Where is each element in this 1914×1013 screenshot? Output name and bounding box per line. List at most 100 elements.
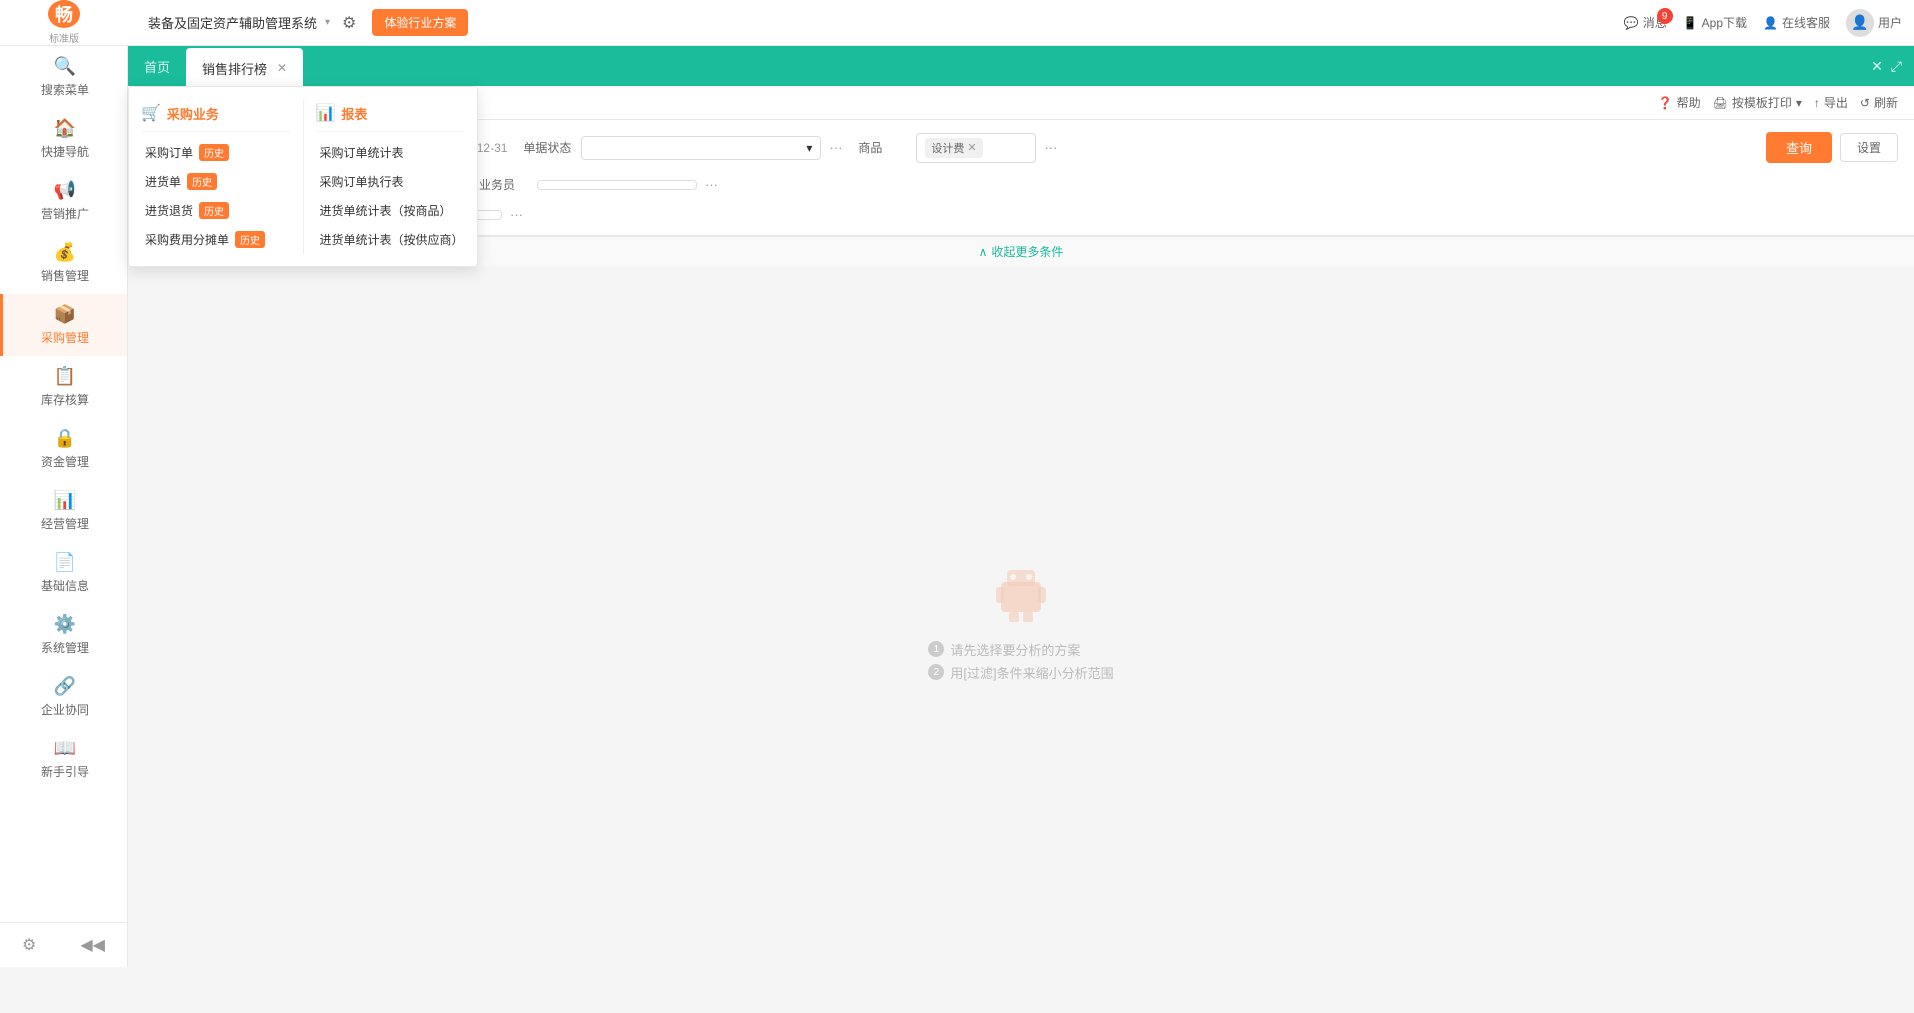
sidebar-item-newbie[interactable]: 📖 新手引导 <box>0 728 127 790</box>
sidebar-item-finance[interactable]: 🔒 资金管理 <box>0 418 127 480</box>
empty-illustration <box>981 552 1061 632</box>
goods-more-icon[interactable]: ··· <box>1044 140 1057 155</box>
print-item[interactable]: 🖨 按模板打印 ▾ <box>1713 94 1802 111</box>
sidebar-label-enterprise: 企业协同 <box>41 701 89 718</box>
online-service-item[interactable]: 👤 在线客服 <box>1763 14 1830 31</box>
dropdown-report-col: 📊 报表 采购订单统计表 采购订单执行表 进货单统计表（按商品） 进货单统计表（… <box>303 99 478 254</box>
help-item[interactable]: ❓ 帮助 <box>1658 94 1701 111</box>
sidebar-label-inventory: 库存核算 <box>41 391 89 408</box>
salesman-input[interactable] <box>537 180 697 190</box>
tab-maximize-icon[interactable]: ⤢ <box>1891 58 1902 75</box>
tab-sales-rank[interactable]: 销售排行榜 ✕ <box>186 48 303 88</box>
sidebar-bottom: ⚙ ◀◀ <box>0 922 127 967</box>
help-icon: ❓ <box>1658 96 1673 110</box>
sidebar-item-marketing[interactable]: 📢 营销推广 <box>0 170 127 232</box>
goods-tag: 设计费 ✕ <box>925 138 982 158</box>
tab-home[interactable]: 首页 <box>128 46 186 86</box>
dropdown-columns: 🛒 采购业务 采购订单 历史 进货单 历史 进货退货 历史 采购费用分摊单 历史 <box>129 99 477 254</box>
report-col-title: 📊 报表 <box>316 99 466 132</box>
finance-icon: 🔒 <box>54 428 76 449</box>
export-label: 导出 <box>1824 94 1848 111</box>
settings-icon[interactable]: ⚙ <box>342 13 356 33</box>
goods-tag-text: 设计费 <box>931 140 964 156</box>
print-arrow-icon[interactable]: ▾ <box>1796 96 1802 110</box>
sidebar-item-basic-info[interactable]: 📄 基础信息 <box>0 542 127 604</box>
collapse-label: 收起更多条件 <box>991 243 1063 260</box>
sidebar-label-finance: 资金管理 <box>41 453 89 470</box>
sidebar-item-operation[interactable]: 📊 经营管理 <box>0 480 127 542</box>
sidebar-label-search: 搜索菜单 <box>41 81 89 98</box>
sidebar-label-newbie: 新手引导 <box>41 763 89 780</box>
customer-more-icon[interactable]: ··· <box>510 207 523 222</box>
refresh-icon: ↺ <box>1860 96 1870 110</box>
dropdown-item-purchase-order-exec[interactable]: 采购订单执行表 <box>316 167 466 196</box>
filter-voucher-item: 单据状态 ▾ ··· <box>523 136 842 160</box>
dropdown-item-goods-receipt[interactable]: 进货单 历史 <box>141 167 291 196</box>
dropdown-item-goods-stat-goods[interactable]: 进货单统计表（按商品） <box>316 196 466 225</box>
sidebar-item-search[interactable]: 🔍 搜索菜单 <box>0 46 127 108</box>
tab-close-all-icon[interactable]: ✕ <box>1871 58 1883 75</box>
dropdown-item-purchase-order[interactable]: 采购订单 历史 <box>141 138 291 167</box>
sidebar: 🔍 搜索菜单 🏠 快捷导航 📢 营销推广 💰 销售管理 📦 采购管理 📋 库存核… <box>0 46 128 967</box>
purchase-col-icon: 🛒 <box>141 103 161 123</box>
goods-receipt-history-badge: 历史 <box>187 173 217 190</box>
basic-info-icon: 📄 <box>54 552 76 573</box>
refresh-item[interactable]: ↺ 刷新 <box>1860 94 1898 111</box>
dropdown-item-goods-return[interactable]: 进货退货 历史 <box>141 196 291 225</box>
dropdown-item-purchase-fee[interactable]: 采购费用分摊单 历史 <box>141 225 291 254</box>
system-title: 装备及固定资产辅助管理系统 <box>148 13 317 32</box>
enterprise-icon: 🔗 <box>54 676 76 697</box>
user-item[interactable]: 👤 用户 <box>1846 9 1902 37</box>
export-item[interactable]: ↑ 导出 <box>1814 94 1848 111</box>
set-button[interactable]: 设置 <box>1840 133 1898 162</box>
sidebar-item-enterprise[interactable]: 🔗 企业协同 <box>0 666 127 728</box>
purchase-order-history-badge: 历史 <box>199 144 229 161</box>
industry-btn[interactable]: 体验行业方案 <box>372 9 468 36</box>
purchase-icon: 📦 <box>54 304 76 325</box>
query-button[interactable]: 查询 <box>1766 132 1832 163</box>
tab-sales-rank-close-icon[interactable]: ✕ <box>277 61 287 75</box>
filter-salesman-item: 业务员 ··· <box>479 176 718 193</box>
empty-line1-text: 请先选择要分析的方案 <box>950 640 1080 659</box>
salesman-more-icon[interactable]: ··· <box>705 177 718 192</box>
sidebar-label-sales: 销售管理 <box>41 267 89 284</box>
dropdown-menu: 🛒 采购业务 采购订单 历史 进货单 历史 进货退货 历史 采购费用分摊单 历史 <box>128 86 478 267</box>
empty-state: 1 请先选择要分析的方案 2 用[过滤]条件来缩小分析范围 <box>128 266 1914 967</box>
voucher-status-more-icon[interactable]: ··· <box>829 140 842 155</box>
system-title-arrow-icon[interactable]: ▾ <box>325 17 330 28</box>
voucher-status-select[interactable]: ▾ <box>581 136 821 160</box>
sidebar-item-quick-nav[interactable]: 🏠 快捷导航 <box>0 108 127 170</box>
sidebar-settings-icon[interactable]: ⚙ <box>22 935 36 955</box>
goods-input[interactable]: 设计费 ✕ <box>916 133 1036 163</box>
app-download-item[interactable]: 📱 App下载 <box>1683 14 1747 31</box>
system-icon: ⚙️ <box>54 614 76 635</box>
logo-subtitle: 标准版 <box>49 30 79 45</box>
top-bar: 装备及固定资产辅助管理系统 ▾ ⚙ 体验行业方案 💬 消息 9 📱 App下载 … <box>128 0 1914 46</box>
action-buttons: 查询 设置 <box>1766 132 1898 163</box>
inventory-icon: 📋 <box>54 366 76 387</box>
message-icon-item[interactable]: 💬 消息 9 <box>1624 14 1667 31</box>
dropdown-item-purchase-order-stat[interactable]: 采购订单统计表 <box>316 138 466 167</box>
print-label: 按模板打印 <box>1732 94 1792 111</box>
empty-line2-text: 用[过滤]条件来缩小分析范围 <box>950 663 1113 682</box>
sidebar-collapse-icon[interactable]: ◀◀ <box>80 935 105 955</box>
user-label: 用户 <box>1878 14 1902 31</box>
goods-stat-supplier-label: 进货单统计表（按供应商） <box>320 231 462 248</box>
sidebar-item-sales[interactable]: 💰 销售管理 <box>0 232 127 294</box>
home-icon: 🏠 <box>54 118 76 139</box>
report-col-title-text: 报表 <box>341 104 367 123</box>
avatar-icon: 👤 <box>1851 14 1868 31</box>
sales-icon: 💰 <box>54 242 76 263</box>
filter-goods-item: 商品 设计费 ✕ ··· <box>858 133 1058 163</box>
empty-step2-icon: 2 <box>928 664 944 680</box>
goods-tag-close-icon[interactable]: ✕ <box>967 141 976 154</box>
sidebar-item-inventory[interactable]: 📋 库存核算 <box>0 356 127 418</box>
search-icon: 🔍 <box>54 56 76 77</box>
message-badge: 9 <box>1657 8 1673 24</box>
dropdown-item-goods-stat-supplier[interactable]: 进货单统计表（按供应商） <box>316 225 466 254</box>
sidebar-item-system[interactable]: ⚙️ 系统管理 <box>0 604 127 666</box>
newbie-icon: 📖 <box>54 738 76 759</box>
purchase-col-title-text: 采购业务 <box>167 104 219 123</box>
top-bar-left: 装备及固定资产辅助管理系统 ▾ ⚙ 体验行业方案 <box>140 9 1624 36</box>
sidebar-item-purchase[interactable]: 📦 采购管理 <box>0 294 127 356</box>
